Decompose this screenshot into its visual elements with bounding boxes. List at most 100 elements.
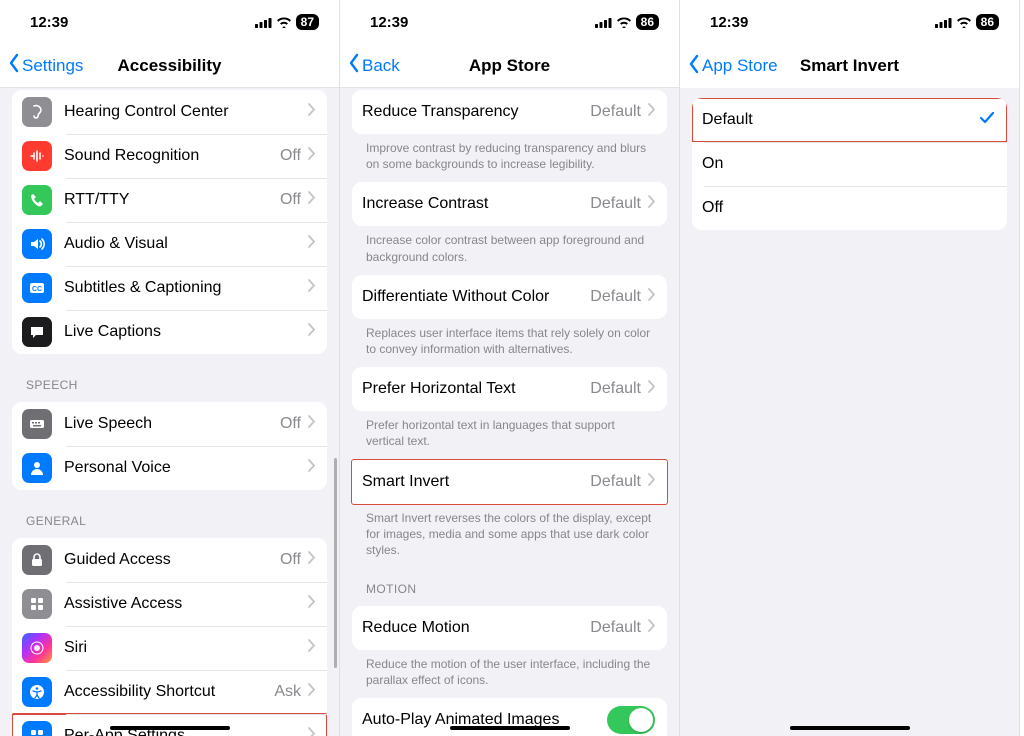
status-bar: 12:39 86 [680,0,1019,44]
row-value: Off [280,415,301,433]
row-label: Assistive Access [64,595,307,613]
ear-icon [22,97,52,127]
back-button[interactable]: Back [348,44,400,87]
nav-title: App Store [469,56,550,76]
row-label: Prefer Horizontal Text [362,380,590,398]
row-differentiate-without-color[interactable]: Differentiate Without Color Default [352,275,667,319]
chevron-right-icon [307,727,315,736]
cellular-icon [255,17,272,28]
row-assistive-access[interactable]: Assistive Access [12,582,327,626]
chevron-right-icon [307,279,315,297]
row-value: Default [590,473,641,491]
chevron-right-icon [307,415,315,433]
status-bar: 12:39 86 [340,0,679,44]
row-label: Guided Access [64,551,280,569]
row-audio-visual[interactable]: Audio & Visual [12,222,327,266]
home-indicator[interactable] [450,726,570,730]
row-value: Off [280,191,301,209]
battery-badge: 86 [976,14,999,30]
nav-bar: App Store Smart Invert [680,44,1019,88]
row-label: Personal Voice [64,459,307,477]
row-personal-voice[interactable]: Personal Voice [12,446,327,490]
row-live-speech[interactable]: Live Speech Off [12,402,327,446]
row-siri[interactable]: Siri [12,626,327,670]
row-label: Subtitles & Captioning [64,279,307,297]
row-guided-access[interactable]: Guided Access Off [12,538,327,582]
row-prefer-horizontal-text[interactable]: Prefer Horizontal Text Default [352,367,667,411]
lock-icon [22,545,52,575]
scroll-indicator [334,458,337,668]
row-subtitles-captioning[interactable]: CC Subtitles & Captioning [12,266,327,310]
row-label: Siri [64,639,307,657]
chevron-right-icon [307,639,315,657]
settings-content: Reduce Transparency Default Improve cont… [340,88,679,736]
row-label: Accessibility Shortcut [64,683,274,701]
row-sound-recognition[interactable]: Sound Recognition Off [12,134,327,178]
row-value: Off [280,147,301,165]
row-hearing-control-center[interactable]: Hearing Control Center [12,90,327,134]
back-label: Settings [22,56,83,76]
chevron-right-icon [307,323,315,341]
battery-badge: 87 [296,14,319,30]
option-default[interactable]: Default [692,98,1007,142]
a11y-icon [22,677,52,707]
keyboard-icon [22,409,52,439]
status-indicators: 86 [595,14,659,30]
option-on[interactable]: On [692,142,1007,186]
option-off[interactable]: Off [692,186,1007,230]
chevron-right-icon [647,380,655,398]
back-button[interactable]: Settings [8,44,83,87]
section-motion: MOTION [366,582,653,596]
row-value: Default [590,380,641,398]
home-indicator[interactable] [110,726,230,730]
person-icon [22,453,52,483]
svg-text:CC: CC [32,286,42,293]
row-value: Default [590,619,641,637]
chevron-right-icon [307,103,315,121]
row-accessibility-shortcut[interactable]: Accessibility Shortcut Ask [12,670,327,714]
row-value: Ask [274,683,301,701]
settings-content: Default On Off [680,88,1019,736]
footer-smart-invert: Smart Invert reverses the colors of the … [366,510,653,559]
nav-bar: Back App Store [340,44,679,88]
cc-icon: CC [22,273,52,303]
row-reduce-motion[interactable]: Reduce Motion Default [352,606,667,650]
screen-app-store-settings: 12:39 86 Back App Store Reduce Transpare… [340,0,680,736]
chevron-right-icon [307,235,315,253]
status-bar: 12:39 87 [0,0,339,44]
row-reduce-transparency[interactable]: Reduce Transparency Default [352,90,667,134]
toggle-switch[interactable] [607,706,655,734]
settings-content: Hearing Control Center Sound Recognition… [0,88,339,736]
status-time: 12:39 [370,14,408,31]
chevron-right-icon [307,551,315,569]
row-label: Differentiate Without Color [362,288,590,306]
chevron-left-icon [348,53,360,78]
chevron-right-icon [307,595,315,613]
row-auto-play-animated-images[interactable]: Auto-Play Animated Images [352,698,667,736]
chevron-right-icon [647,288,655,306]
battery-badge: 86 [636,14,659,30]
row-label: Live Captions [64,323,307,341]
back-button[interactable]: App Store [688,44,778,88]
row-value: Default [590,103,641,121]
row-label: Audio & Visual [64,235,307,253]
speaker-icon [22,229,52,259]
apps-icon [22,721,52,736]
row-live-captions[interactable]: Live Captions [12,310,327,354]
chevron-right-icon [307,191,315,209]
home-indicator[interactable] [790,726,910,730]
row-label: RTT/TTY [64,191,280,209]
footer-prefer-horizontal-text: Prefer horizontal text in languages that… [366,417,653,449]
wave-icon [22,141,52,171]
chevron-right-icon [307,147,315,165]
status-time: 12:39 [30,14,68,31]
footer-increase-contrast: Increase color contrast between app fore… [366,232,653,264]
back-label: App Store [702,56,778,76]
row-rtt-tty[interactable]: RTT/TTY Off [12,178,327,222]
row-smart-invert[interactable]: Smart Invert Default [352,460,667,504]
row-increase-contrast[interactable]: Increase Contrast Default [352,182,667,226]
row-per-app-settings[interactable]: Per-App Settings [12,714,327,736]
row-label: Sound Recognition [64,147,280,165]
option-label: Off [702,199,995,217]
row-label: Reduce Transparency [362,103,590,121]
